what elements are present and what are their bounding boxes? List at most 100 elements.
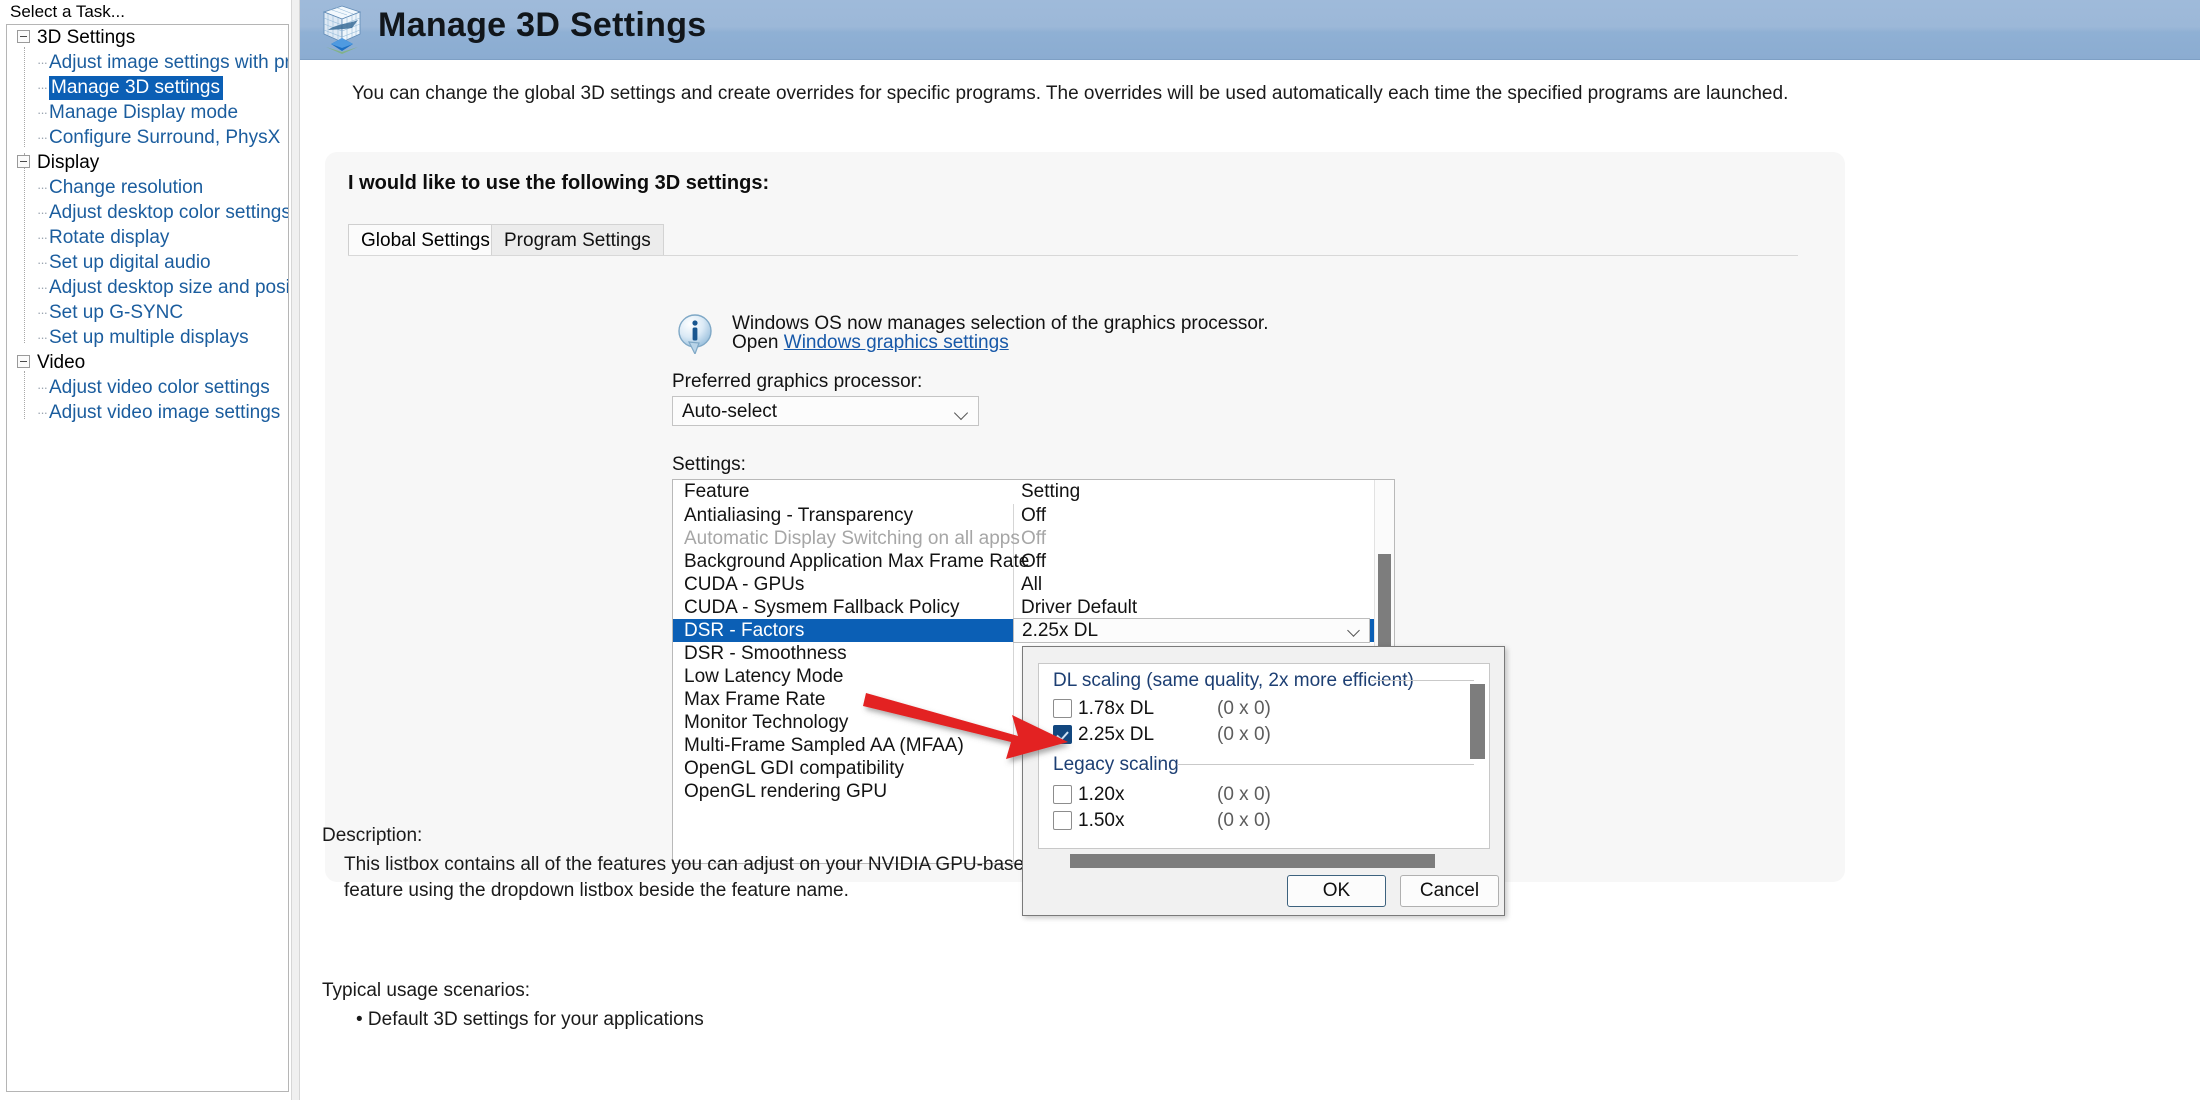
usage-scenarios-label: Typical usage scenarios: [322,980,531,1001]
checkbox-checked-icon[interactable] [1053,725,1072,744]
group-title-legacy-scaling: Legacy scaling [1053,754,1179,775]
row-feature: CUDA - Sysmem Fallback Policy [684,597,960,618]
table-row[interactable]: CUDA - GPUs All [673,573,1394,596]
collapse-icon[interactable] [17,29,30,43]
row-feature: DSR - Smoothness [684,643,847,664]
tree-branch-icon: ··· [37,105,48,121]
usage-scenario-item: • Default 3D settings for your applicati… [356,1009,704,1030]
sidebar-item-adjust-image-settings[interactable]: ···Adjust image settings with preview [7,50,288,75]
select-a-task-label: Select a Task... [10,2,125,21]
notice-line-2: Open Windows graphics settings [732,332,1009,354]
settings-header-row: Feature Setting [673,480,1394,504]
sidebar-item-adjust-video-color[interactable]: ··· Adjust video color settings [7,375,288,400]
row-value: Off [1021,551,1046,572]
preferred-processor-label: Preferred graphics processor: [672,371,923,392]
tab-strip: Global Settings Program Settings [348,224,1798,256]
tree-branch-icon: ··· [37,80,48,96]
table-row[interactable]: Background Application Max Frame Rate Of… [673,550,1394,573]
row-value: All [1021,574,1043,595]
description-label: Description: [322,825,423,846]
collapse-icon[interactable] [17,154,30,168]
tab-global-settings[interactable]: Global Settings [348,224,503,256]
dsr-factors-dialog: DL scaling (same quality, 2x more effici… [1022,646,1505,916]
sidebar-item-adjust-desktop-size[interactable]: ···Adjust desktop size and position [7,275,288,300]
option-resolution: (0 x 0) [1217,810,1271,831]
row-feature: Max Frame Rate [684,689,826,710]
chevron-down-icon [953,405,969,421]
dsr-factors-dropdown[interactable]: 2.25x DL [1013,618,1370,643]
info-icon [678,314,712,354]
tree-branch-icon: ··· [37,305,48,321]
option-resolution: (0 x 0) [1217,698,1271,719]
task-tree[interactable]: 3D Settings ··· Adjust image settings wit… [6,24,289,1092]
sidebar-item-manage-3d-settings[interactable]: ··· Manage 3D settings [7,75,288,100]
tab-underline [348,255,1798,256]
column-header-setting: Setting [1021,481,1081,502]
tree-branch-icon: ··· [37,130,48,146]
group-rule [1177,764,1474,765]
sidebar-item-change-resolution[interactable]: ··· Change resolution [7,175,288,200]
tree-branch-icon: ··· [37,380,48,396]
sidebar-item-rotate-display[interactable]: ··· Rotate display [7,225,288,250]
row-feature: Antialiasing - Transparency [684,505,914,526]
dsr-horizontal-scrollbar-thumb[interactable] [1070,854,1435,868]
tab-program-settings[interactable]: Program Settings [491,224,664,256]
sidebar-item-configure-surround-physx[interactable]: ··· Configure Surround, PhysX [7,125,288,150]
page-header: Manage 3D Settings [300,0,2200,60]
notice-open-prefix: Open [732,332,784,353]
tree-branch-icon: ··· [37,255,48,271]
row-feature: Automatic Display Switching on all apps [684,528,1020,549]
option-label: 1.78x DL [1078,698,1155,719]
cancel-button[interactable]: Cancel [1400,875,1499,907]
tree-branch-icon: ··· [37,280,48,296]
tree-branch-icon: ··· [37,205,48,221]
table-row: Automatic Display Switching on all apps … [673,527,1394,550]
option-label: 1.20x [1078,784,1125,805]
sidebar-item-set-up-digital-audio[interactable]: ··· Set up digital audio [7,250,288,275]
dsr-vertical-scrollbar-thumb[interactable] [1470,684,1485,759]
option-label: 1.50x [1078,810,1125,831]
table-row-dsr-factors[interactable]: DSR - Factors 2.25x DL [673,618,1394,643]
table-row[interactable]: CUDA - Sysmem Fallback Policy Driver Def… [673,596,1394,619]
panel-splitter[interactable] [291,0,300,1100]
row-feature: OpenGL rendering GPU [684,781,888,802]
dsr-factors-value: 2.25x DL [1022,620,1099,641]
main-content: You can change the global 3D settings an… [300,60,2200,1100]
dsr-options-list[interactable]: DL scaling (same quality, 2x more effici… [1038,663,1490,849]
sidebar-item-adjust-desktop-color[interactable]: ··· Adjust desktop color settings [7,200,288,225]
ok-button[interactable]: OK [1287,875,1386,907]
checkbox-unchecked-icon[interactable] [1053,699,1072,718]
sidebar: Select a Task... 3D Settings ··· Adjust i… [0,0,291,1100]
option-resolution: (0 x 0) [1217,724,1271,745]
sidebar-group-video[interactable]: Video [7,350,288,375]
checkbox-unchecked-icon[interactable] [1053,811,1072,830]
option-resolution: (0 x 0) [1217,784,1271,805]
windows-graphics-settings-link[interactable]: Windows graphics settings [784,332,1009,353]
panel-heading: I would like to use the following 3D set… [348,172,770,194]
sidebar-group-display[interactable]: Display [7,150,288,175]
row-feature: Background Application Max Frame Rate [684,551,1030,572]
row-feature: Multi-Frame Sampled AA (MFAA) [684,735,964,756]
row-value: Driver Default [1021,597,1138,618]
sidebar-group-3d-settings[interactable]: 3D Settings [7,25,288,50]
row-feature: Monitor Technology [684,712,849,733]
row-feature: CUDA - GPUs [684,574,805,595]
checkbox-unchecked-icon[interactable] [1053,785,1072,804]
tree-branch-icon: ··· [37,330,48,346]
option-label: 2.25x DL [1078,724,1155,745]
sidebar-item-set-up-multiple-displays[interactable]: ··· Set up multiple displays [7,325,288,350]
tree-branch-icon: ··· [37,55,48,71]
table-row[interactable]: Antialiasing - Transparency Off [673,504,1394,527]
scrollbar-thumb[interactable] [1378,554,1391,649]
preferred-processor-select[interactable]: Auto-select [672,396,979,426]
row-feature: Low Latency Mode [684,666,844,687]
chevron-down-icon [1347,624,1360,637]
collapse-icon[interactable] [17,354,30,368]
sidebar-item-manage-display-mode[interactable]: ··· Manage Display mode [7,100,288,125]
page-title: Manage 3D Settings [378,6,707,44]
tree-branch-icon: ··· [37,405,48,421]
sidebar-item-set-up-gsync[interactable]: ··· Set up G-SYNC [7,300,288,325]
3d-cube-icon [322,5,362,54]
sidebar-item-adjust-video-image[interactable]: ··· Adjust video image settings [7,400,288,425]
preferred-processor-value: Auto-select [682,401,778,422]
